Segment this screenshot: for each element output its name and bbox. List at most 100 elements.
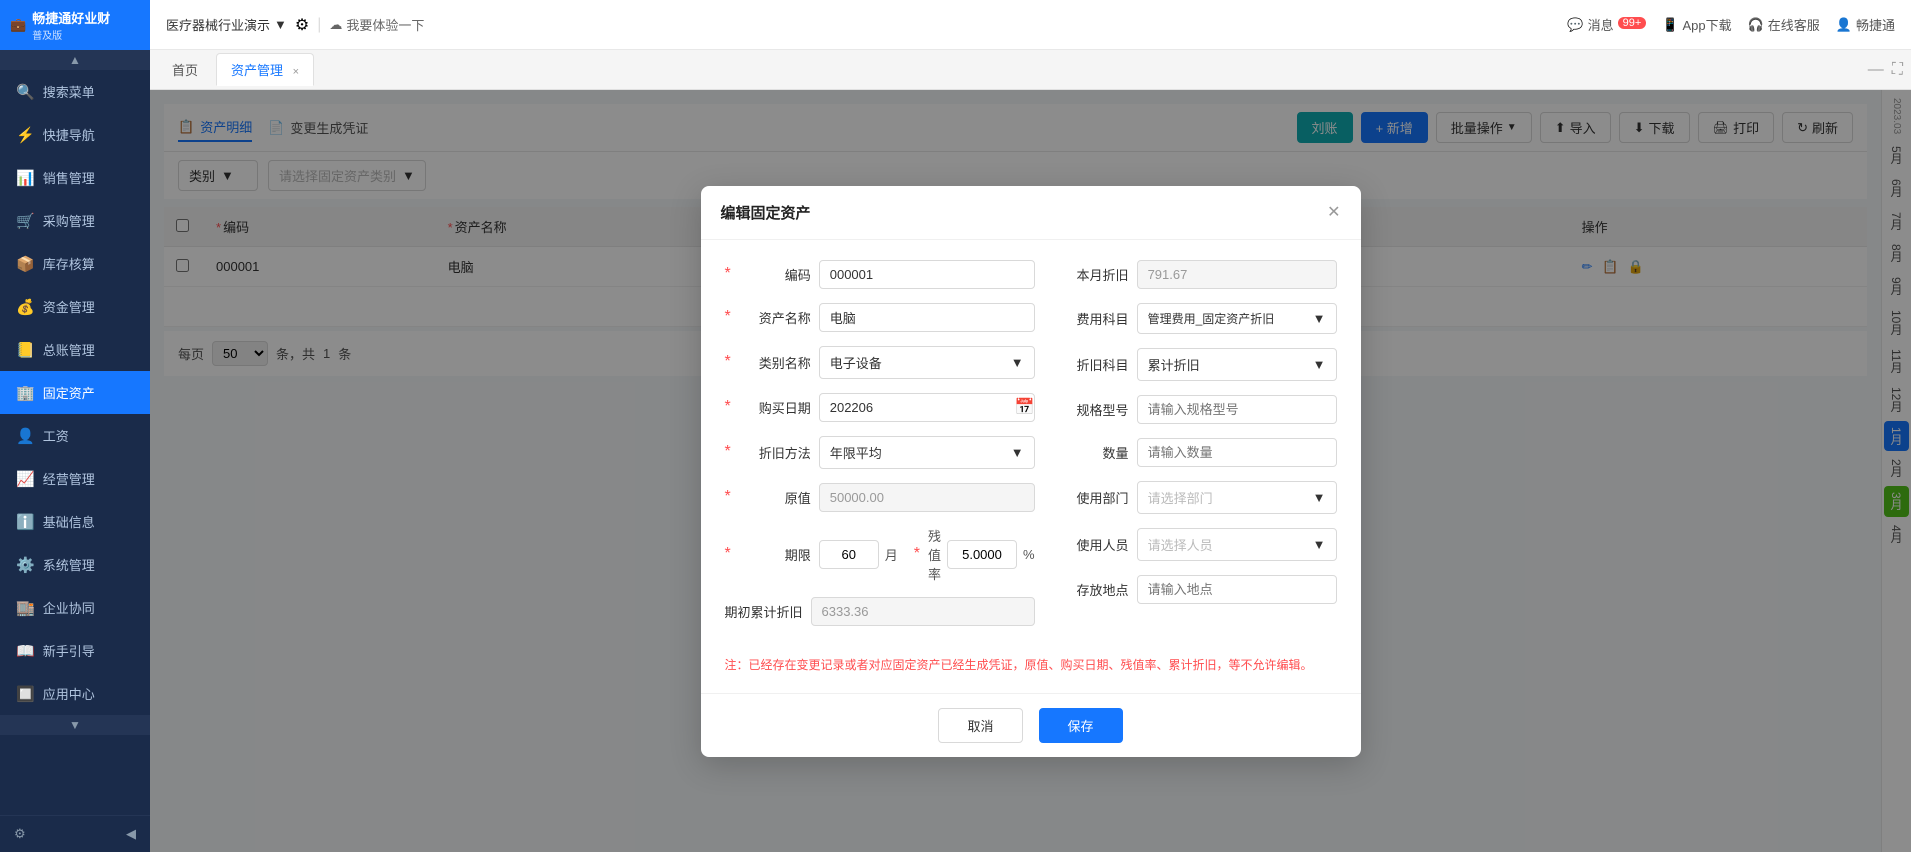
fixed-assets-icon: 🏢 (16, 384, 35, 402)
asset-name-label: 资产名称 (741, 308, 811, 327)
original-value-label: 原值 (741, 488, 811, 507)
save-button[interactable]: 保存 (1039, 708, 1123, 743)
expense-subject-select[interactable]: 管理费用_固定资产折旧 ▼ (1137, 303, 1337, 334)
tab-maximize-button[interactable]: ⛶ (1892, 61, 1903, 79)
category-dropdown-icon: ▼ (1011, 355, 1024, 370)
form-row-department: 使用部门 请选择部门 ▼ (1059, 481, 1337, 514)
sidebar-item-finance-label: 资金管理 (43, 297, 95, 316)
sidebar-item-enterprise-label: 企业协同 (43, 598, 95, 617)
cloud-icon: ☁ (329, 17, 342, 33)
sidebar-item-purchase[interactable]: 🛒 采购管理 (0, 199, 150, 242)
department-dropdown-icon: ▼ (1313, 490, 1326, 505)
modal-header: 编辑固定资产 ✕ (701, 186, 1361, 240)
message-badge: 99+ (1618, 17, 1647, 29)
online-service-button[interactable]: 🎧 在线客服 (1748, 15, 1820, 34)
residual-rate-input[interactable] (947, 540, 1017, 569)
app-download-button[interactable]: 📱 App下载 (1662, 15, 1731, 34)
tab-close-icon[interactable]: × (293, 66, 299, 78)
sidebar-item-basic-info[interactable]: ℹ️ 基础信息 (0, 500, 150, 543)
form-row-spec: 规格型号 (1059, 395, 1337, 424)
app-name: 畅捷通好业财 (32, 8, 110, 27)
residual-rate-label: 残值率 (928, 526, 941, 583)
tab-asset-management[interactable]: 资产管理 × (216, 53, 314, 86)
expense-subject-dropdown-icon: ▼ (1313, 311, 1326, 326)
sidebar-item-purchase-label: 采购管理 (43, 211, 95, 230)
sidebar-item-enterprise[interactable]: 🏬 企业协同 (0, 586, 150, 629)
purchase-date-input[interactable] (819, 393, 1035, 422)
sidebar-scroll-down[interactable]: ▼ (0, 715, 150, 735)
sidebar-item-finance[interactable]: 💰 资金管理 (0, 285, 150, 328)
spec-input[interactable] (1137, 395, 1337, 424)
message-button[interactable]: 💬 消息 99+ (1567, 15, 1646, 34)
category-select[interactable]: 电子设备 ▼ (819, 346, 1035, 379)
collapse-icon[interactable]: ◀ (126, 826, 136, 842)
topbar: 医疗器械行业演示 ▼ ⚙ | ☁ 我要体验一下 💬 消息 99+ 📱 App下载… (150, 0, 1911, 50)
form-row-user: 使用人员 请选择人员 ▼ (1059, 528, 1337, 561)
search-icon: 🔍 (16, 83, 35, 101)
salary-icon: 👤 (16, 427, 35, 445)
depreciation-method-value: 年限平均 (830, 443, 882, 462)
system-icon: ⚙️ (16, 556, 35, 574)
form-row-monthly-depreciation: 本月折旧 (1059, 260, 1337, 289)
user-select[interactable]: 请选择人员 ▼ (1137, 528, 1337, 561)
sidebar-item-app-center-label: 应用中心 (43, 684, 95, 703)
message-icon: 💬 (1567, 17, 1583, 33)
depreciation-subject-select[interactable]: 累计折旧 ▼ (1137, 348, 1337, 381)
purchase-date-label: 购买日期 (741, 398, 811, 417)
modal-title: 编辑固定资产 (721, 202, 811, 223)
form-row-expense-subject: 费用科目 管理费用_固定资产折旧 ▼ (1059, 303, 1337, 334)
sidebar-item-inventory[interactable]: 📦 库存核算 (0, 242, 150, 285)
asset-name-input[interactable] (819, 303, 1035, 332)
code-input[interactable] (819, 260, 1035, 289)
industry-selector[interactable]: 医疗器械行业演示 ▼ (166, 15, 287, 34)
sidebar-item-basic-info-label: 基础信息 (43, 512, 95, 531)
tabbar: 首页 资产管理 × — ⛶ (150, 50, 1911, 90)
sidebar-scroll-up[interactable]: ▲ (0, 50, 150, 70)
quantity-input[interactable] (1137, 438, 1337, 467)
tab-home[interactable]: 首页 (158, 54, 212, 85)
guide-icon: 📖 (16, 642, 35, 660)
location-input[interactable] (1137, 575, 1337, 604)
settings-icon[interactable]: ⚙ (14, 826, 26, 842)
sidebar-item-quick-nav[interactable]: ⚡ 快捷导航 (0, 113, 150, 156)
form-row-code: * 编码 (725, 260, 1035, 289)
user-placeholder: 请选择人员 (1148, 535, 1213, 554)
form-row-location: 存放地点 (1059, 575, 1337, 604)
sidebar-item-ledger[interactable]: 📒 总账管理 (0, 328, 150, 371)
sidebar-item-guide-label: 新手引导 (43, 641, 95, 660)
sidebar-item-operations[interactable]: 📈 经营管理 (0, 457, 150, 500)
cancel-button[interactable]: 取消 (938, 708, 1022, 743)
monthly-depreciation-label: 本月折旧 (1059, 265, 1129, 284)
original-value-input[interactable] (819, 483, 1035, 512)
depreciation-method-label: 折旧方法 (741, 443, 811, 462)
sidebar-item-salary[interactable]: 👤 工资 (0, 414, 150, 457)
period-label: 期限 (741, 545, 811, 564)
category-form-label: 类别名称 (741, 353, 811, 372)
sidebar-item-app-center[interactable]: 🔲 应用中心 (0, 672, 150, 715)
initial-accumulated-label: 期初累计折旧 (725, 602, 803, 621)
monthly-depreciation-input[interactable] (1137, 260, 1337, 289)
tab-minimize-button[interactable]: — (1868, 61, 1884, 79)
depreciation-method-dropdown-icon: ▼ (1011, 445, 1024, 460)
sidebar-item-fixed-assets[interactable]: 🏢 固定资产 (0, 371, 150, 414)
period-input[interactable] (819, 540, 879, 569)
experience-button[interactable]: ☁ 我要体验一下 (329, 15, 424, 34)
calendar-icon[interactable]: 📅 (1015, 397, 1035, 417)
sidebar-item-guide[interactable]: 📖 新手引导 (0, 629, 150, 672)
depreciation-subject-value: 累计折旧 (1148, 355, 1200, 374)
sidebar-item-system[interactable]: ⚙️ 系统管理 (0, 543, 150, 586)
modal-close-button[interactable]: ✕ (1327, 202, 1340, 222)
sidebar-item-sales[interactable]: 📊 销售管理 (0, 156, 150, 199)
sidebar-item-ledger-label: 总账管理 (43, 340, 95, 359)
initial-accumulated-input[interactable] (811, 597, 1035, 626)
user-label: 使用人员 (1059, 535, 1129, 554)
enterprise-icon: 🏬 (16, 599, 35, 617)
sidebar-item-search[interactable]: 🔍 搜索菜单 (0, 70, 150, 113)
depreciation-method-select[interactable]: 年限平均 ▼ (819, 436, 1035, 469)
department-placeholder: 请选择部门 (1148, 488, 1213, 507)
expense-subject-label: 费用科目 (1059, 309, 1129, 328)
user-avatar[interactable]: 👤 畅捷通 (1836, 15, 1895, 34)
settings-gear-icon[interactable]: ⚙ (295, 15, 309, 35)
department-select[interactable]: 请选择部门 ▼ (1137, 481, 1337, 514)
modal-form-grid: * 编码 * 资产名称 (725, 260, 1337, 640)
